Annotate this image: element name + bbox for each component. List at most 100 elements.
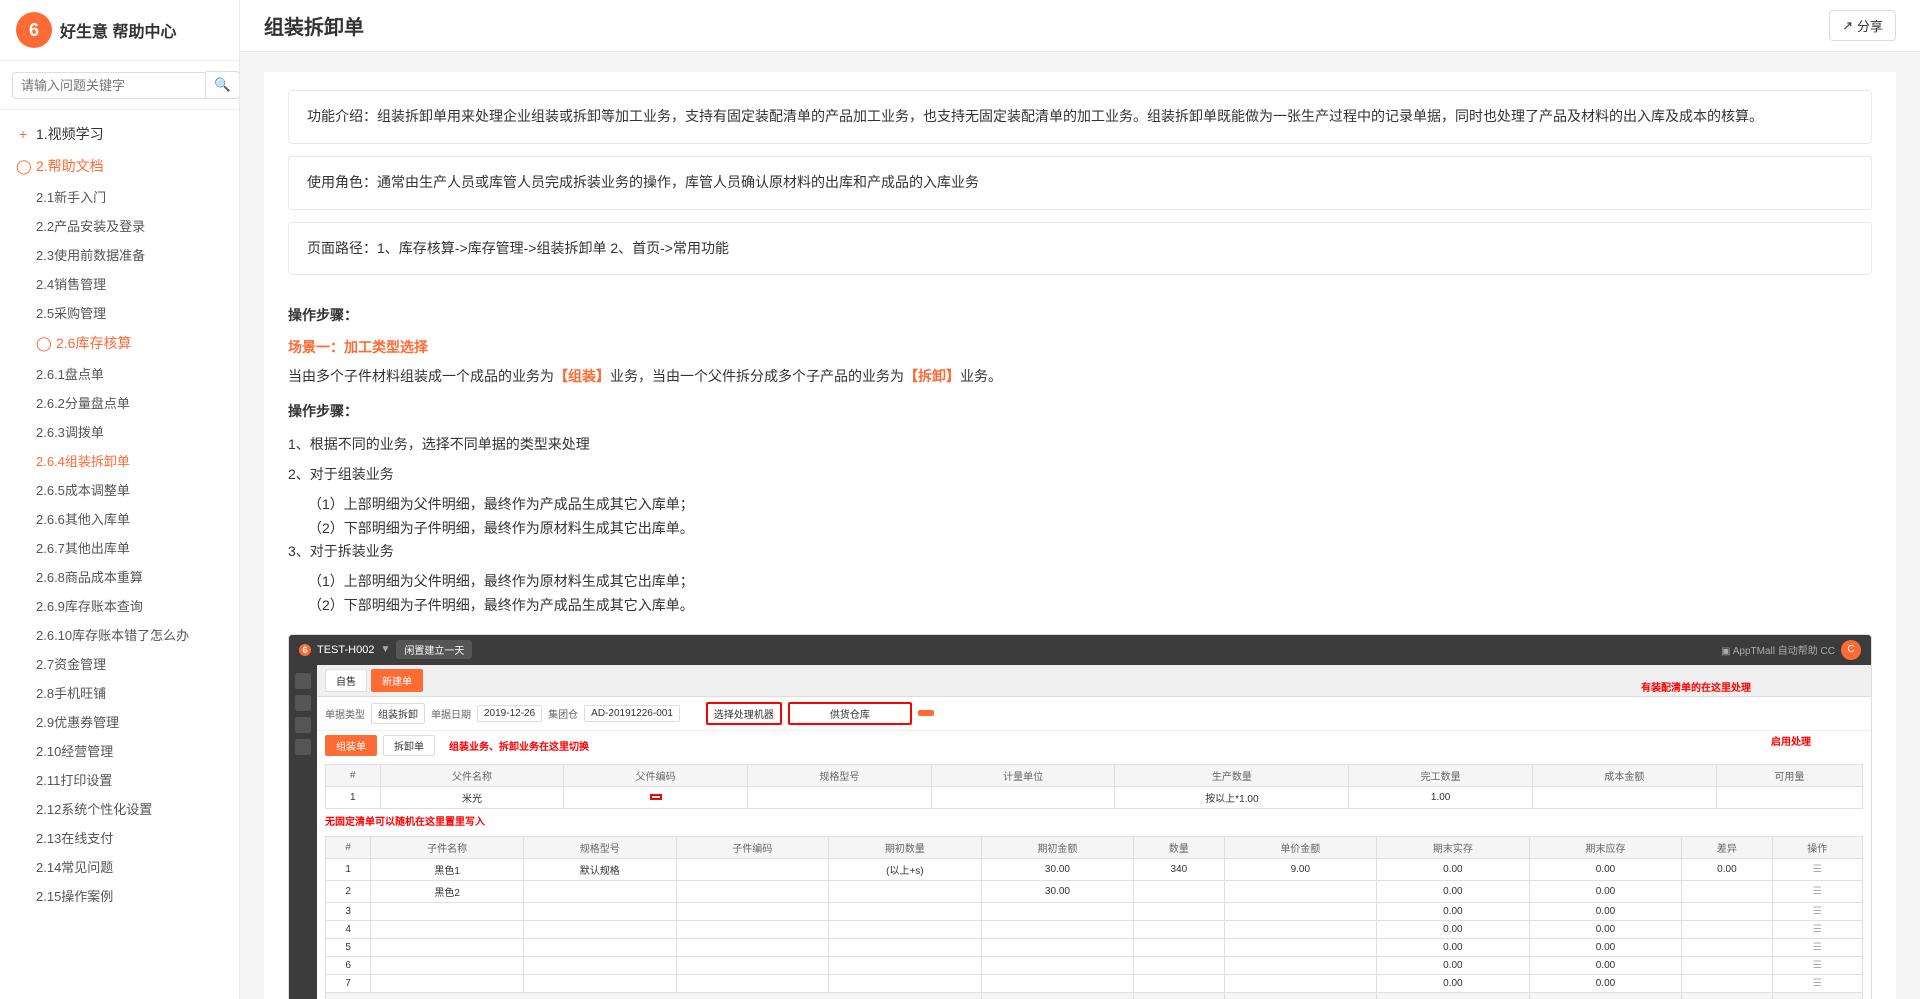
ss-disassy-tab[interactable]: 拆卸单 <box>383 735 435 756</box>
ss-avatar: C <box>1841 640 1861 660</box>
scene1-desc: 当由多个子件材料组装成一个成品的业务为【组装】业务，当由一个父件拆分成多个子产品… <box>288 365 1872 389</box>
sidebar-item-211[interactable]: 2.11打印设置 <box>0 765 239 794</box>
cell-code <box>564 786 748 808</box>
step2-sub2: （2）下部明细为子件明细，最终作为原材料生成其它出库单。 <box>288 517 1872 541</box>
sidebar-item-266[interactable]: 2.6.6其他入库单 <box>0 504 239 533</box>
step3: 3、对于拆装业务 <box>288 540 1872 564</box>
sidebar-item-214[interactable]: 2.14常见问题 <box>0 852 239 881</box>
ss-tab-new[interactable]: 新建单 <box>371 669 423 692</box>
ss-supplier-field[interactable]: 供货仓库 <box>788 702 912 725</box>
sidebar-item-newbie[interactable]: 2.1新手入门 <box>0 182 239 211</box>
share-button[interactable]: ↗ 分享 <box>1829 10 1896 41</box>
sidebar-item-purchase[interactable]: 2.5采购管理 <box>0 298 239 327</box>
ss-type-tabs-row: 组装单 拆卸单 组装业务、拆卸业务在这里切换 启用处理 <box>317 731 1871 760</box>
sidebar-item-215[interactable]: 2.15操作案例 <box>0 881 239 910</box>
ss-lower-table: # 子件名称 规格型号 子件编码 期初数量 期初金额 数量 单价金额 <box>325 836 1863 999</box>
ss-confirm-btn[interactable] <box>918 710 934 716</box>
step2-sub1: （1）上部明细为父件明细，最终作为产成品生成其它入库单； <box>288 493 1872 517</box>
sidebar-item-data-prep[interactable]: 2.3使用前数据准备 <box>0 240 239 269</box>
sidebar-item-inventory[interactable]: ◯ 2.6库存核算 <box>0 327 239 359</box>
ss-assy-tab[interactable]: 组装单 <box>325 735 377 756</box>
intro-block-1: 功能介绍：组装拆卸单用来处理企业组装或拆卸等加工业务，支持有固定装配清单的产品加… <box>288 90 1872 144</box>
annotation-2: 组装业务、拆卸业务在这里切换 <box>449 738 589 753</box>
ss-tab-zishou[interactable]: 自售 <box>325 669 367 692</box>
nav-section-1: + 1.视频学习 <box>0 118 239 150</box>
l-col-init-amt: 期初金额 <box>981 836 1134 858</box>
step2: 2、对于组装业务 <box>288 463 1872 487</box>
ss-upper-table-wrapper: # 父件名称 父件编码 规格型号 计量单位 生产数量 完工数量 成本金额 <box>317 764 1871 813</box>
ss-status-field[interactable]: 选择处理机器 <box>706 702 782 725</box>
col-unit: 计量单位 <box>931 764 1115 786</box>
annotation-1: 有装配清单的在这里处理 <box>1641 679 1751 694</box>
search-input[interactable] <box>12 72 206 99</box>
sidebar-item-install[interactable]: 2.2产品安装及登录 <box>0 211 239 240</box>
ss-type-select[interactable]: 组装拆卸 <box>371 703 425 724</box>
share-icon: ↗ <box>1842 18 1853 34</box>
content-wrapper: 功能介绍：组装拆卸单用来处理企业组装或拆卸等加工业务，支持有固定装配清单的产品加… <box>264 72 1896 999</box>
ss-date-input[interactable]: 2019-12-26 <box>477 705 542 722</box>
sidebar-item-261[interactable]: 2.6.1盘点单 <box>0 359 239 388</box>
sidebar-item-212[interactable]: 2.12系统个性化设置 <box>0 794 239 823</box>
table-footer-row: 合计 89.00 0.00 0.00 0.00 <box>326 992 1863 999</box>
logo-icon: 6 <box>16 12 52 48</box>
sidebar-item-28[interactable]: 2.8手机旺铺 <box>0 678 239 707</box>
l-col-price: 单价金额 <box>1224 836 1377 858</box>
l-col-end-expected: 期末应存 <box>1529 836 1682 858</box>
l-col-init-qty: 期初数量 <box>829 836 982 858</box>
col-avail: 可用量 <box>1716 764 1862 786</box>
l-col-spec: 规格型号 <box>523 836 676 858</box>
cell-done-qty: 1.00 <box>1349 786 1533 808</box>
col-done-qty: 完工数量 <box>1349 764 1533 786</box>
l-col-qty: 数量 <box>1134 836 1224 858</box>
cell-spec <box>748 786 932 808</box>
search-button[interactable]: 🔍 <box>206 71 240 99</box>
sidebar-item-help-docs[interactable]: ◯ 2.帮助文档 <box>0 150 239 182</box>
annotation-4: 无固定清单可以随机在这里置里写入 <box>317 813 1871 832</box>
nav-section-2: ◯ 2.帮助文档 2.1新手入门 2.2产品安装及登录 2.3使用前数据准备 2… <box>0 150 239 910</box>
sidebar-item-27[interactable]: 2.7资金管理 <box>0 649 239 678</box>
ss-warehouse-input[interactable]: AD-20191226-001 <box>584 705 680 722</box>
sidebar-item-213[interactable]: 2.13在线支付 <box>0 823 239 852</box>
intro-text-3: 页面路径：1、库存核算->库存管理->组装拆卸单 2、首页->常用功能 <box>307 240 729 256</box>
sidebar-item-2610[interactable]: 2.6.10库存账本错了怎么办 <box>0 620 239 649</box>
ss-form-fields: 单据类型 组装拆卸 单据日期 2019-12-26 集团仓 AD-2019122… <box>317 697 1871 731</box>
ss-upper-table: # 父件名称 父件编码 规格型号 计量单位 生产数量 完工数量 成本金额 <box>325 764 1863 809</box>
sidebar-item-262[interactable]: 2.6.2分量盘点单 <box>0 388 239 417</box>
ss-tabs-row: 自售 新建单 <box>317 665 1871 697</box>
intro-text-1: 功能介绍：组装拆卸单用来处理企业组装或拆卸等加工业务，支持有固定装配清单的产品加… <box>307 108 1763 124</box>
intro-block-2: 使用角色：通常由生产人员或库管人员完成拆装业务的操作，库管人员确认原材料的出库和… <box>288 156 1872 210</box>
sidebar-item-265[interactable]: 2.6.5成本调整单 <box>0 475 239 504</box>
sidebar-item-video-learning[interactable]: + 1.视频学习 <box>0 118 239 150</box>
cell-cost <box>1533 786 1717 808</box>
ss-new-order-btn[interactable]: 闲置建立一天 <box>396 640 472 659</box>
ss-icons: ▣ AppTMall 自动帮助 CC <box>1721 642 1835 657</box>
cell-num: 1 <box>326 786 381 808</box>
sidebar-item-29[interactable]: 2.9优惠券管理 <box>0 707 239 736</box>
steps-title: 操作步骤： <box>288 305 1872 325</box>
ops-title: 操作步骤： <box>288 401 1872 421</box>
annotation-3: 启用处理 <box>1771 733 1811 748</box>
l-col-name: 子件名称 <box>371 836 524 858</box>
sidebar-item-267[interactable]: 2.6.7其他出库单 <box>0 533 239 562</box>
page-title: 组装拆卸单 <box>264 11 364 40</box>
l-col-end-actual: 期末实存 <box>1377 836 1530 858</box>
sidebar-item-268[interactable]: 2.6.8商品成本重算 <box>0 562 239 591</box>
l-col-code: 子件编码 <box>676 836 829 858</box>
sidebar-item-264[interactable]: 2.6.4组装拆卸单 <box>0 446 239 475</box>
plus-icon: + <box>16 126 30 142</box>
sidebar-item-sales[interactable]: 2.4销售管理 <box>0 269 239 298</box>
app-title: 好生意 帮助中心 <box>60 18 176 42</box>
sidebar-item-210[interactable]: 2.10经营管理 <box>0 736 239 765</box>
sidebar-item-269[interactable]: 2.6.9库存账本查询 <box>0 591 239 620</box>
nav-tree: + 1.视频学习 ◯ 2.帮助文档 2.1新手入门 2.2产品安装及登录 2.3… <box>0 110 239 999</box>
sidebar-label-inventory: 2.6库存核算 <box>56 333 131 353</box>
ss-nav-icon-1 <box>295 673 311 689</box>
sidebar-label-help: 2.帮助文档 <box>36 156 104 176</box>
ss-nav-icon-2 <box>295 695 311 711</box>
ss-nav-icon-4 <box>295 739 311 755</box>
sidebar-item-263[interactable]: 2.6.3调拨单 <box>0 417 239 446</box>
table-row: 2 黑色2 30.00 0.00 <box>326 880 1863 902</box>
cell-prod-qty: 按以上*1.00 <box>1115 786 1349 808</box>
l-col-diff: 差异 <box>1682 836 1772 858</box>
col-spec: 规格型号 <box>748 764 932 786</box>
